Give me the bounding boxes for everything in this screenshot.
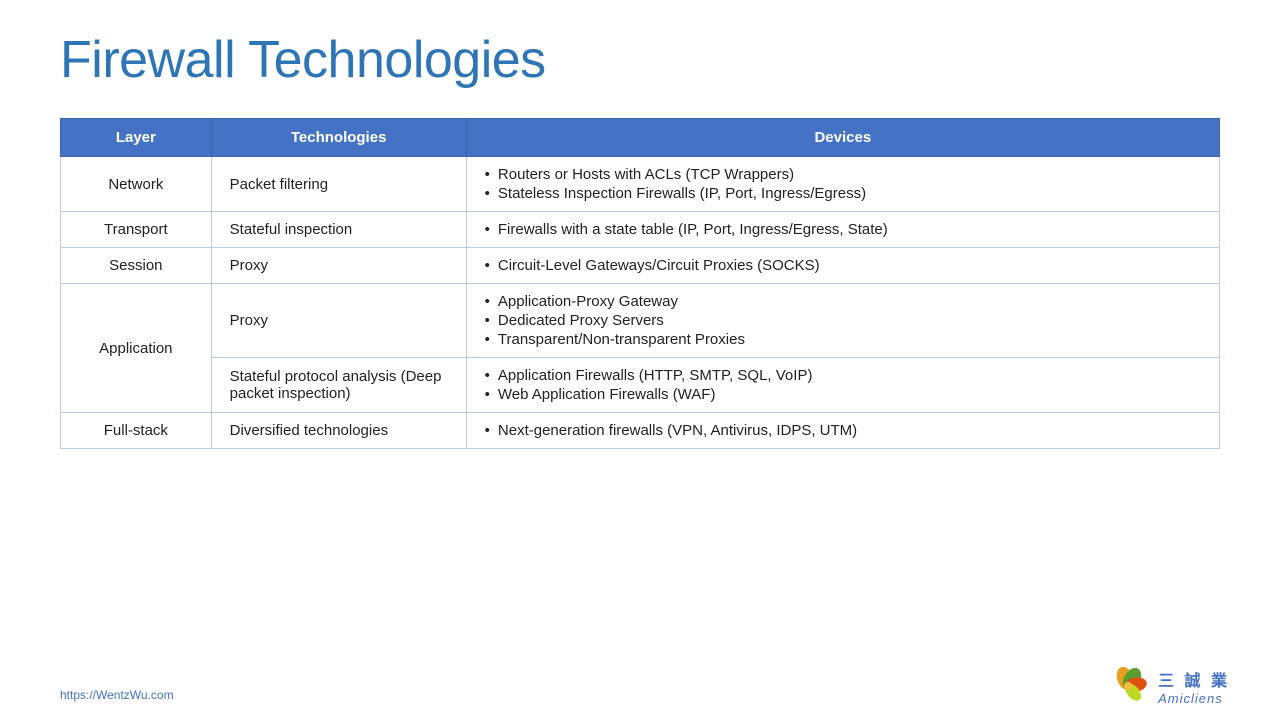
layer-session: Session xyxy=(61,248,212,284)
list-item: Dedicated Proxy Servers xyxy=(485,311,1201,330)
table-row: Stateful protocol analysis (Deep packet … xyxy=(61,358,1220,413)
layer-transport: Transport xyxy=(61,212,212,248)
footer-link: https://WentzWu.com xyxy=(60,688,174,702)
list-item: Next-generation firewalls (VPN, Antiviru… xyxy=(485,421,1201,440)
footer-url: https://WentzWu.com xyxy=(60,688,174,702)
list-item: Transparent/Non-transparent Proxies xyxy=(485,330,1201,349)
tech-proxy-application: Proxy xyxy=(211,284,466,358)
table-row: Network Packet filtering Routers or Host… xyxy=(61,157,1220,212)
list-item: Circuit-Level Gateways/Circuit Proxies (… xyxy=(485,256,1201,275)
list-item: Stateless Inspection Firewalls (IP, Port… xyxy=(485,184,1201,203)
table-row: Session Proxy Circuit-Level Gateways/Cir… xyxy=(61,248,1220,284)
tech-diversified: Diversified technologies xyxy=(211,413,466,449)
list-item: Application-Proxy Gateway xyxy=(485,292,1201,311)
tech-stateful-protocol: Stateful protocol analysis (Deep packet … xyxy=(211,358,466,413)
slide: Firewall Technologies Layer Technologies… xyxy=(0,0,1280,720)
table-row: Application Proxy Application-Proxy Gate… xyxy=(61,284,1220,358)
devices-network: Routers or Hosts with ACLs (TCP Wrappers… xyxy=(466,157,1219,212)
tech-proxy-session: Proxy xyxy=(211,248,466,284)
list-item: Application Firewalls (HTTP, SMTP, SQL, … xyxy=(485,366,1201,385)
logo-english: Amicliens xyxy=(1158,691,1230,706)
devices-application-a: Application-Proxy Gateway Dedicated Prox… xyxy=(466,284,1219,358)
header-devices: Devices xyxy=(466,119,1219,157)
header-layer: Layer xyxy=(61,119,212,157)
tech-packet-filtering: Packet filtering xyxy=(211,157,466,212)
devices-fullstack: Next-generation firewalls (VPN, Antiviru… xyxy=(466,413,1219,449)
layer-application: Application xyxy=(61,284,212,413)
page-title: Firewall Technologies xyxy=(60,30,1220,90)
logo-icon xyxy=(1104,662,1152,710)
list-item: Web Application Firewalls (WAF) xyxy=(485,385,1201,404)
table-row: Transport Stateful inspection Firewalls … xyxy=(61,212,1220,248)
list-item: Routers or Hosts with ACLs (TCP Wrappers… xyxy=(485,165,1201,184)
firewall-table: Layer Technologies Devices Network Packe… xyxy=(60,118,1220,449)
list-item: Firewalls with a state table (IP, Port, … xyxy=(485,220,1201,239)
table-row: Full-stack Diversified technologies Next… xyxy=(61,413,1220,449)
logo-chinese: 三 誠 業 xyxy=(1158,667,1230,691)
header-technologies: Technologies xyxy=(211,119,466,157)
layer-fullstack: Full-stack xyxy=(61,413,212,449)
tech-stateful-inspection: Stateful inspection xyxy=(211,212,466,248)
logo-area: 三 誠 業 Amicliens xyxy=(1104,662,1230,710)
devices-session: Circuit-Level Gateways/Circuit Proxies (… xyxy=(466,248,1219,284)
devices-application-b: Application Firewalls (HTTP, SMTP, SQL, … xyxy=(466,358,1219,413)
devices-transport: Firewalls with a state table (IP, Port, … xyxy=(466,212,1219,248)
logo-text-block: 三 誠 業 Amicliens xyxy=(1158,667,1230,706)
layer-network: Network xyxy=(61,157,212,212)
